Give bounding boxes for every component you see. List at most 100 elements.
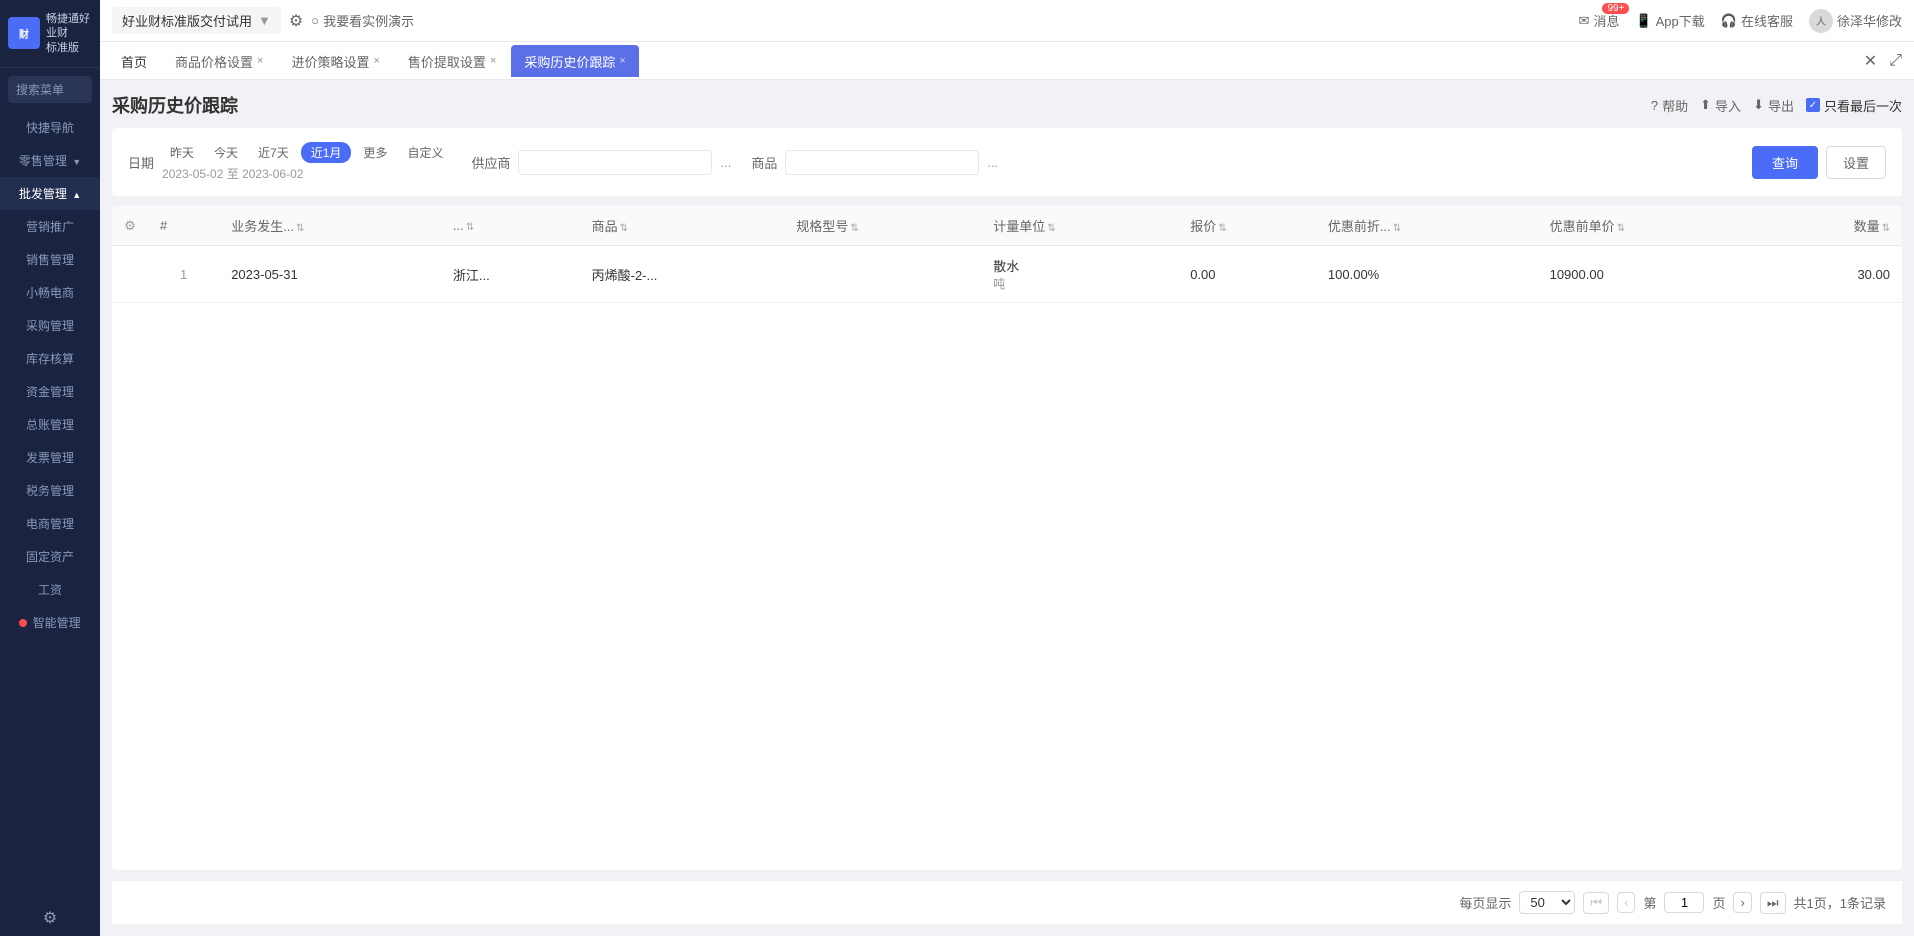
page-size-select[interactable]: 20 50 100 200	[1519, 891, 1575, 914]
page-total-info: 共1页，1条记录	[1794, 893, 1886, 912]
col-num-header: #	[148, 206, 219, 246]
page-header: 采购历史价跟踪 ? 帮助 ⬆ 导入 ⬇ 导出 ✓ 只看最后一次	[112, 92, 1902, 118]
row-before-discount-cell: 10900.00	[1538, 246, 1765, 303]
date-btn-yesterday[interactable]: 昨天	[162, 142, 202, 163]
sidebar-item-finance[interactable]: 资金管理	[0, 375, 100, 408]
tab-product-price[interactable]: 商品价格设置 ×	[162, 45, 276, 77]
finance-label: 资金管理	[26, 385, 74, 399]
sidebar-item-ecommerce-small[interactable]: 小畅电商	[0, 276, 100, 309]
tabs-right-controls: ✕ ⤢	[1860, 49, 1906, 73]
sidebar-item-purchase[interactable]: 采购管理	[0, 309, 100, 342]
page-last-button[interactable]: ⏭	[1760, 892, 1786, 914]
page-label: 第	[1643, 893, 1656, 912]
search-menu-button[interactable]: 搜索菜单	[8, 76, 92, 103]
row-settings-cell	[112, 246, 148, 303]
tab-home[interactable]: 首页	[108, 45, 160, 77]
supplier-filter-label: 供应商	[471, 153, 510, 172]
date-btn-1month[interactable]: 近1月	[301, 142, 352, 163]
export-label: 导出	[1768, 96, 1794, 115]
col-extra-sort[interactable]: ⇅	[466, 222, 474, 233]
col-discount-sort[interactable]: ⇅	[1393, 223, 1401, 234]
tab-purchase-strategy[interactable]: 进价策略设置 ×	[278, 45, 392, 77]
only-last-checkbox-label[interactable]: ✓ 只看最后一次	[1806, 96, 1902, 115]
data-table: ⚙ # 业务发生...⇅ ...⇅ 商品⇅ 规格型号⇅	[112, 206, 1902, 303]
sidebar: 财 畅捷通好业财 标准版 搜索菜单 快捷导航 零售管理 ▼ 批发管理 ▲ 营销推…	[0, 0, 100, 936]
col-price-header: 报价⇅	[1178, 206, 1316, 246]
col-settings-header: ⚙	[112, 206, 148, 246]
tab-purchase-strategy-close[interactable]: ×	[373, 55, 379, 67]
product-selector[interactable]: 好业财标准版交付试用 ▼	[112, 7, 281, 34]
sidebar-item-sales[interactable]: 销售管理	[0, 243, 100, 276]
headset-icon: 🎧	[1721, 13, 1737, 29]
tab-product-price-close[interactable]: ×	[257, 55, 263, 67]
messages-button[interactable]: ✉ 消息 99+	[1579, 11, 1620, 30]
topbar-settings-button[interactable]: ⚙	[289, 11, 303, 31]
sidebar-item-ledger[interactable]: 总账管理	[0, 408, 100, 441]
demo-link[interactable]: ○ 我要看实例演示	[311, 11, 414, 30]
row-discount-cell: 100.00%	[1316, 246, 1538, 303]
sidebar-item-invoice[interactable]: 发票管理	[0, 441, 100, 474]
table-header-row: ⚙ # 业务发生...⇅ ...⇅ 商品⇅ 规格型号⇅	[112, 206, 1902, 246]
sidebar-item-retail[interactable]: 零售管理 ▼	[0, 144, 100, 177]
date-btn-today[interactable]: 今天	[206, 142, 246, 163]
help-link[interactable]: ? 帮助	[1651, 96, 1688, 115]
query-button[interactable]: 查询	[1752, 146, 1818, 179]
tax-label: 税务管理	[26, 484, 74, 498]
page-prev-button[interactable]: ‹	[1617, 892, 1635, 913]
page-first-button[interactable]: ⏮	[1583, 892, 1609, 914]
col-price-sort[interactable]: ⇅	[1218, 223, 1226, 234]
tab-price-extract-close[interactable]: ×	[490, 55, 496, 67]
product-input[interactable]	[785, 150, 979, 175]
app-download-label: App下载	[1656, 11, 1705, 30]
column-settings-icon[interactable]: ⚙	[124, 218, 136, 233]
retail-arrow: ▼	[72, 157, 81, 167]
help-icon: ?	[1651, 98, 1658, 113]
page-next-button[interactable]: ›	[1733, 892, 1751, 913]
col-product-sort[interactable]: ⇅	[620, 223, 628, 234]
tab-purchase-history-close[interactable]: ×	[619, 55, 625, 67]
sidebar-item-salary[interactable]: 工资	[0, 573, 100, 606]
sidebar-item-ai[interactable]: 智能管理	[0, 606, 100, 639]
sidebar-item-tax[interactable]: 税务管理	[0, 474, 100, 507]
tab-purchase-strategy-label: 进价策略设置	[291, 52, 369, 71]
tab-close-all-button[interactable]: ✕	[1860, 49, 1881, 73]
tab-expand-button[interactable]: ⤢	[1885, 50, 1906, 72]
page-number-input[interactable]	[1664, 892, 1704, 913]
filter-settings-button[interactable]: 设置	[1826, 146, 1886, 179]
row-date-cell: 2023-05-31	[219, 246, 441, 303]
online-service-button[interactable]: 🎧 在线客服	[1721, 11, 1793, 30]
import-link[interactable]: ⬆ 导入	[1700, 96, 1741, 115]
col-date-header: 业务发生...⇅	[219, 206, 441, 246]
ledger-label: 总账管理	[26, 418, 74, 432]
col-quantity-sort[interactable]: ⇅	[1882, 223, 1890, 234]
user-avatar: 人	[1809, 9, 1833, 33]
only-last-checkbox[interactable]: ✓	[1806, 98, 1820, 112]
col-unit-sort[interactable]: ⇅	[1047, 223, 1055, 234]
date-btn-more[interactable]: 更多	[355, 142, 395, 163]
tab-price-extract[interactable]: 售价提取设置 ×	[395, 45, 509, 77]
app-download-button[interactable]: 📱 App下载	[1635, 11, 1704, 30]
sidebar-item-wholesale[interactable]: 批发管理 ▲	[0, 177, 100, 210]
sidebar-settings-icon[interactable]: ⚙	[43, 910, 57, 927]
sidebar-item-assets[interactable]: 固定资产	[0, 540, 100, 573]
date-btn-7days[interactable]: 近7天	[250, 142, 297, 163]
row-product-cell: 丙烯酸-2-...	[580, 246, 785, 303]
sidebar-item-marketing[interactable]: 营销推广	[0, 210, 100, 243]
col-date-sort[interactable]: ⇅	[296, 223, 304, 234]
row-spec-cell	[784, 246, 981, 303]
row-price-cell: 0.00	[1178, 246, 1316, 303]
sidebar-item-quick-nav[interactable]: 快捷导航	[0, 111, 100, 144]
export-link[interactable]: ⬇ 导出	[1753, 96, 1794, 115]
col-spec-sort[interactable]: ⇅	[850, 223, 858, 234]
supplier-more[interactable]: ...	[720, 155, 731, 170]
sidebar-item-ecommerce[interactable]: 电商管理	[0, 507, 100, 540]
col-spec-header: 规格型号⇅	[784, 206, 981, 246]
user-info[interactable]: 人 徐泽华修改	[1809, 9, 1902, 33]
col-before-discount-sort[interactable]: ⇅	[1617, 223, 1625, 234]
product-dropdown-arrow: ▼	[258, 13, 271, 28]
sidebar-item-inventory[interactable]: 库存核算	[0, 342, 100, 375]
product-more[interactable]: ...	[987, 155, 998, 170]
date-btn-custom[interactable]: 自定义	[399, 142, 451, 163]
supplier-input[interactable]	[518, 150, 712, 175]
tab-purchase-history[interactable]: 采购历史价跟踪 ×	[511, 45, 638, 77]
